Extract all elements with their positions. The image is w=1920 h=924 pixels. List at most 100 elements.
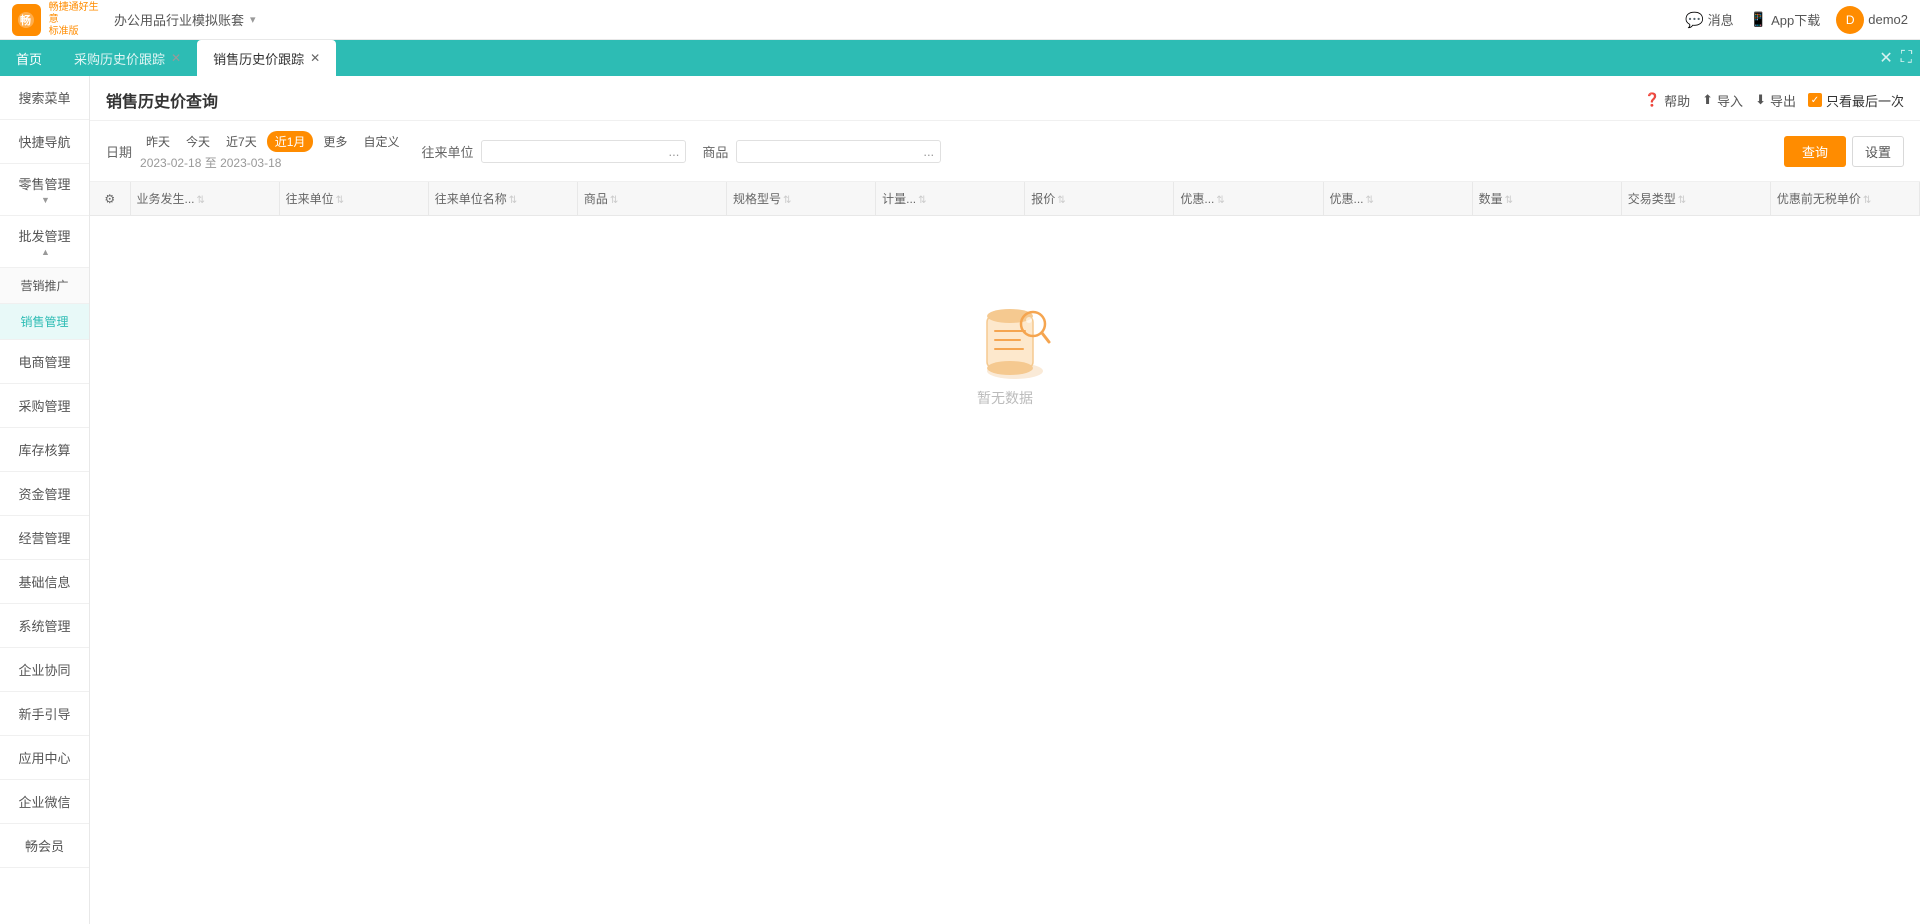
message-label: 消息: [1708, 10, 1734, 29]
message-btn[interactable]: 💬 消息: [1685, 10, 1734, 29]
sidebar-item-vip-label: 畅会员: [25, 836, 64, 855]
import-label: 导入: [1717, 91, 1743, 110]
sidebar-item-quick-nav[interactable]: 快捷导航: [0, 120, 89, 164]
col-goods[interactable]: 商品⇅: [577, 182, 726, 216]
col-partner-id[interactable]: 往来单位⇅: [279, 182, 428, 216]
col-discount2[interactable]: 优惠...⇅: [1323, 182, 1472, 216]
goods-filter-group: 商品 ...: [702, 140, 941, 163]
sidebar-item-enterprise[interactable]: 企业协同: [0, 648, 89, 692]
date-btn-7days[interactable]: 近7天: [220, 131, 263, 152]
sidebar-item-inventory-label: 库存核算: [18, 440, 70, 459]
tab-home[interactable]: 首页: [0, 40, 58, 76]
sidebar-item-vip[interactable]: 畅会员: [0, 824, 89, 868]
sidebar-item-operations[interactable]: 经营管理: [0, 516, 89, 560]
sidebar-item-system[interactable]: 系统管理: [0, 604, 89, 648]
only-last-checkbox[interactable]: 只看最后一次: [1808, 91, 1904, 110]
sidebar-item-inventory[interactable]: 库存核算: [0, 428, 89, 472]
app-download-btn[interactable]: 📱 App下载: [1750, 10, 1821, 29]
sidebar-item-sales-mgmt-label: 销售管理: [20, 313, 68, 330]
goods-filter-label: 商品: [702, 142, 728, 161]
sidebar-item-basic-info-label: 基础信息: [18, 572, 70, 591]
date-btn-more[interactable]: 更多: [317, 131, 353, 152]
col-unit[interactable]: 计量...⇅: [876, 182, 1025, 216]
data-table: ⚙ 业务发生...⇅ 往来单位⇅ 往来单位名称⇅: [90, 182, 1920, 216]
partner-input[interactable]: [488, 144, 664, 159]
svg-text:畅: 畅: [20, 13, 31, 27]
sort-icon-partner-name: ⇅: [509, 195, 517, 206]
gear-icon[interactable]: ⚙: [104, 192, 115, 206]
col-pre-tax[interactable]: 优惠前无税单价⇅: [1770, 182, 1919, 216]
export-btn[interactable]: ⬇ 导出: [1755, 91, 1796, 110]
col-spec[interactable]: 规格型号⇅: [727, 182, 876, 216]
purchase-tab-close[interactable]: ✕: [171, 51, 181, 65]
sidebar: 搜索菜单 快捷导航 零售管理 批发管理 营销推广 销售管理 电商管理 采购管理 …: [0, 76, 90, 924]
date-options-col: 昨天 今天 近7天 近1月 更多 自定义 2023-02-18 至 2023-0…: [140, 131, 405, 171]
partner-dots-btn[interactable]: ...: [668, 144, 679, 159]
col-discount1[interactable]: 优惠...⇅: [1174, 182, 1323, 216]
date-btn-custom[interactable]: 自定义: [357, 131, 405, 152]
goods-input[interactable]: [743, 144, 919, 159]
export-label: 导出: [1770, 91, 1796, 110]
tab-sales-history[interactable]: 销售历史价跟踪 ✕: [197, 40, 336, 76]
sidebar-item-ecommerce[interactable]: 电商管理: [0, 340, 89, 384]
sidebar-item-basic-info[interactable]: 基础信息: [0, 560, 89, 604]
help-btn[interactable]: ❓ 帮助: [1644, 91, 1690, 110]
date-btn-yesterday[interactable]: 昨天: [140, 131, 176, 152]
sort-icon-spec: ⇅: [783, 195, 791, 206]
sidebar-item-finance-label: 资金管理: [18, 484, 70, 503]
table-wrapper: ⚙ 业务发生...⇅ 往来单位⇅ 往来单位名称⇅: [90, 182, 1920, 924]
workspace-selector[interactable]: 办公用品行业模拟账套 ▾: [114, 10, 1685, 29]
header-right: 💬 消息 📱 App下载 D demo2: [1685, 6, 1908, 34]
tab-maximize-btn[interactable]: ⛶: [1901, 49, 1912, 67]
page-header: 销售历史价查询 ❓ 帮助 ⬆ 导入 ⬇ 导出: [90, 76, 1920, 121]
col-partner-name[interactable]: 往来单位名称⇅: [428, 182, 577, 216]
sidebar-item-retail-mgmt[interactable]: 零售管理: [0, 164, 89, 216]
sidebar-item-sales-mgmt[interactable]: 销售管理: [0, 304, 89, 340]
app-sub-label: 标准版: [49, 26, 102, 38]
goods-dots-btn[interactable]: ...: [923, 144, 934, 159]
main-layout: 搜索菜单 快捷导航 零售管理 批发管理 营销推广 销售管理 电商管理 采购管理 …: [0, 76, 1920, 924]
workspace-chevron: ▾: [250, 13, 256, 26]
date-btn-today[interactable]: 今天: [180, 131, 216, 152]
partner-filter-group: 往来单位 ...: [421, 140, 686, 163]
empty-text: 暂无数据: [977, 388, 1033, 408]
sort-icon-pre-tax: ⇅: [1863, 195, 1871, 206]
tab-purchase-history[interactable]: 采购历史价跟踪 ✕: [58, 40, 197, 76]
sales-tab-close[interactable]: ✕: [310, 51, 320, 65]
date-buttons: 昨天 今天 近7天 近1月 更多 自定义: [140, 131, 405, 152]
download-icon: 📱: [1750, 11, 1767, 28]
sidebar-item-marketing[interactable]: 营销推广: [0, 268, 89, 304]
sidebar-item-app-center[interactable]: 应用中心: [0, 736, 89, 780]
query-button[interactable]: 查询: [1784, 136, 1846, 167]
tab-close-all-btn[interactable]: ✕: [1879, 48, 1892, 68]
sidebar-item-weixin[interactable]: 企业微信: [0, 780, 89, 824]
sidebar-item-weixin-label: 企业微信: [18, 792, 70, 811]
sort-icon-discount2: ⇅: [1366, 195, 1374, 206]
home-tab-label: 首页: [16, 49, 42, 68]
sidebar-item-search-menu[interactable]: 搜索菜单: [0, 76, 89, 120]
settings-button[interactable]: 设置: [1852, 136, 1904, 167]
col-quote[interactable]: 报价⇅: [1025, 182, 1174, 216]
sort-icon-qty: ⇅: [1505, 195, 1513, 206]
sidebar-item-purchase[interactable]: 采购管理: [0, 384, 89, 428]
date-btn-1month[interactable]: 近1月: [267, 131, 314, 152]
app-logo-icon: 畅: [12, 4, 41, 36]
sidebar-item-wholesale-mgmt[interactable]: 批发管理: [0, 216, 89, 268]
col-gear[interactable]: ⚙: [90, 182, 130, 216]
col-qty[interactable]: 数量⇅: [1472, 182, 1621, 216]
sort-icon-partner-id: ⇅: [336, 195, 344, 206]
sidebar-item-guide[interactable]: 新手引导: [0, 692, 89, 736]
user-profile-btn[interactable]: D demo2: [1836, 6, 1908, 34]
help-label: 帮助: [1664, 91, 1690, 110]
col-biz-date[interactable]: 业务发生...⇅: [130, 182, 279, 216]
import-btn[interactable]: ⬆ 导入: [1702, 91, 1743, 110]
table-header-row: ⚙ 业务发生...⇅ 往来单位⇅ 往来单位名称⇅: [90, 182, 1920, 216]
sidebar-item-quick-nav-label: 快捷导航: [18, 132, 70, 151]
page-actions: ❓ 帮助 ⬆ 导入 ⬇ 导出 只看最后一次: [1644, 91, 1904, 110]
wholesale-sub-items: 营销推广 销售管理: [0, 268, 89, 340]
sidebar-item-retail-mgmt-label: 零售管理: [18, 174, 70, 193]
filter-bar: 日期 昨天 今天 近7天 近1月 更多 自定义 2023-02-18 至 202…: [90, 121, 1920, 182]
date-filter-label: 日期: [106, 142, 132, 161]
sidebar-item-finance[interactable]: 资金管理: [0, 472, 89, 516]
col-trade-type[interactable]: 交易类型⇅: [1621, 182, 1770, 216]
